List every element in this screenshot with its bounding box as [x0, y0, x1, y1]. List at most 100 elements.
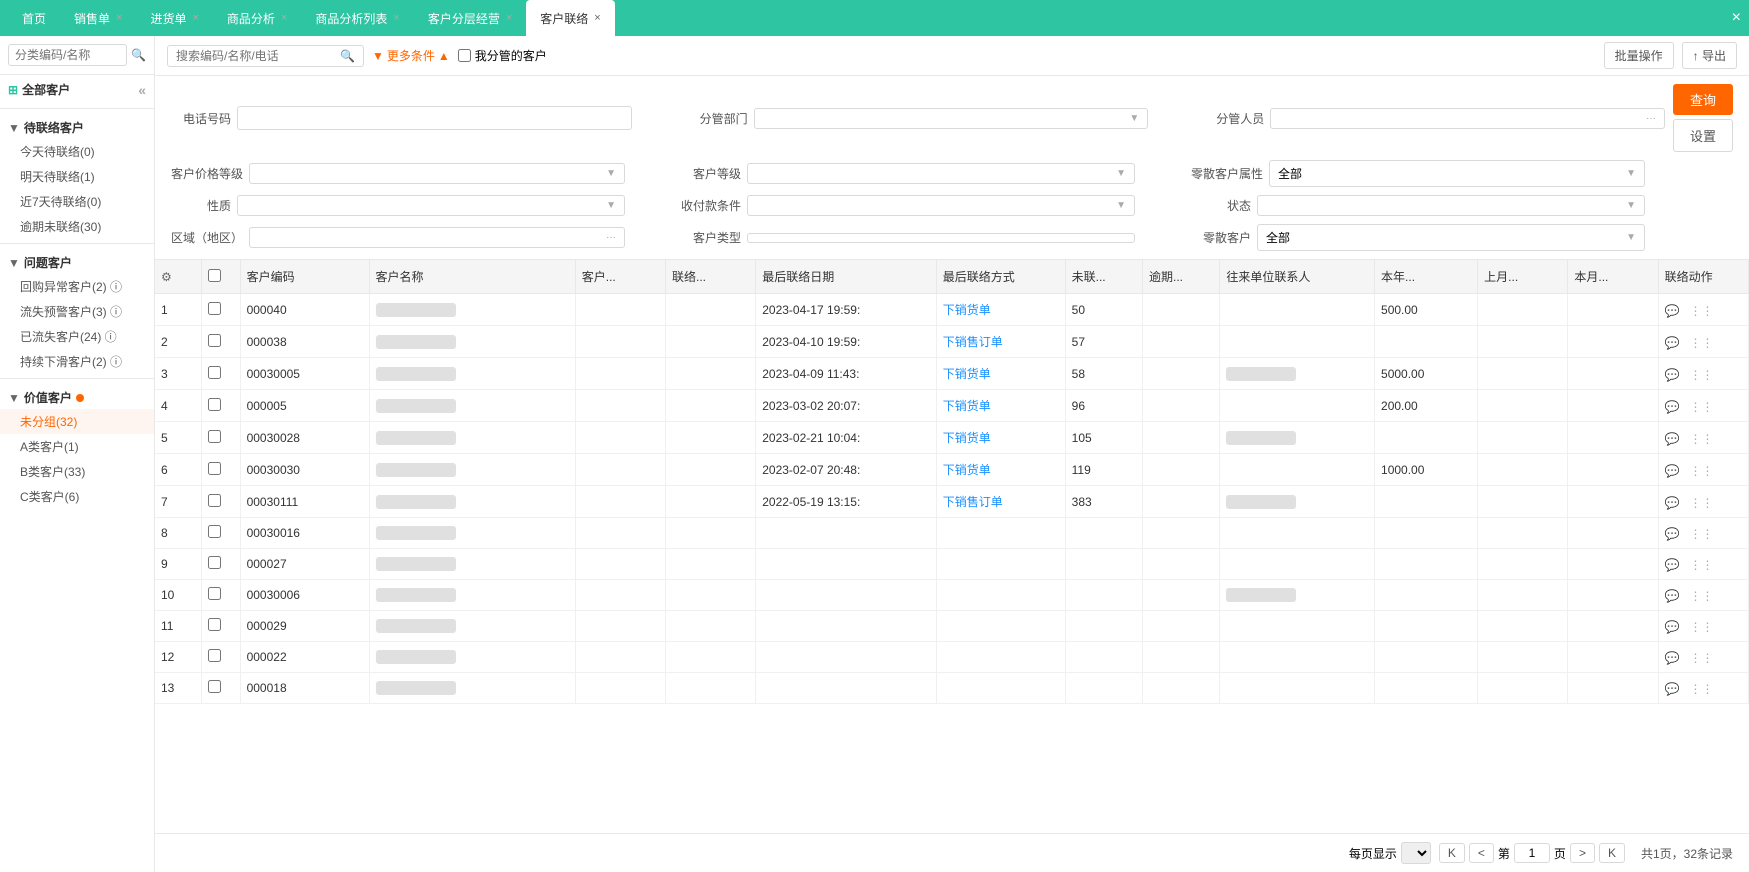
- nav-home[interactable]: 首页: [8, 0, 60, 36]
- sidebar-group-pending[interactable]: ▼ 待联络客户: [0, 113, 154, 139]
- category-search-icon[interactable]: 🔍: [131, 48, 146, 62]
- my-customers-check[interactable]: [458, 49, 471, 62]
- more-action-icon[interactable]: ⋮⋮: [1689, 336, 1713, 350]
- search-icon[interactable]: 🔍: [340, 49, 355, 63]
- sidebar-item-churned[interactable]: 已流失客户(24) ⓘ: [0, 324, 154, 349]
- contact-method-link[interactable]: 下销货单: [943, 367, 991, 381]
- row-select-checkbox[interactable]: [208, 556, 221, 569]
- status-select[interactable]: ▼: [1257, 195, 1645, 216]
- more-conditions-button[interactable]: ▼ 更多条件 ▲: [372, 47, 450, 64]
- row-select-checkbox[interactable]: [208, 680, 221, 693]
- customer-level-select[interactable]: ▼: [747, 163, 1135, 184]
- message-icon[interactable]: 💬: [1665, 400, 1680, 414]
- phone-input[interactable]: [237, 106, 632, 130]
- sidebar-item-churn-warning[interactable]: 流失预警客户(3) ⓘ: [0, 299, 154, 324]
- row-select-checkbox[interactable]: [208, 398, 221, 411]
- nav-tab-product-analysis[interactable]: 商品分析 ×: [213, 0, 301, 36]
- nav-tab-sales[interactable]: 销售单 ×: [60, 0, 136, 36]
- more-action-icon[interactable]: ⋮⋮: [1689, 464, 1713, 478]
- dept-select[interactable]: ▼: [754, 108, 1149, 129]
- staff-select[interactable]: ···: [1270, 108, 1665, 129]
- sidebar-item-unclassified[interactable]: 未分组(32): [0, 409, 154, 434]
- row-select-checkbox[interactable]: [208, 649, 221, 662]
- next-page-button[interactable]: >: [1570, 843, 1595, 863]
- message-icon[interactable]: 💬: [1665, 304, 1680, 318]
- message-icon[interactable]: 💬: [1665, 432, 1680, 446]
- more-action-icon[interactable]: ⋮⋮: [1689, 620, 1713, 634]
- page-size-select[interactable]: 50: [1401, 842, 1431, 864]
- payment-select[interactable]: ▼: [747, 195, 1135, 216]
- contact-method-link[interactable]: 下销售订单: [943, 335, 1003, 349]
- sidebar-group-problem[interactable]: ▼ 问题客户: [0, 248, 154, 274]
- first-page-button[interactable]: K: [1439, 843, 1465, 863]
- row-select-checkbox[interactable]: [208, 366, 221, 379]
- sidebar-group-value[interactable]: ▼ 价值客户: [0, 383, 154, 409]
- retail-attr-select[interactable]: 全部 ▼: [1269, 160, 1645, 187]
- more-action-icon[interactable]: ⋮⋮: [1689, 368, 1713, 382]
- price-level-select[interactable]: ▼: [249, 163, 625, 184]
- settings-icon[interactable]: ⚙: [161, 270, 172, 284]
- contact-method-link[interactable]: 下销货单: [943, 303, 991, 317]
- sidebar-all-customers[interactable]: ⊞ 全部客户 «: [0, 75, 154, 104]
- contact-method-link[interactable]: 下销货单: [943, 399, 991, 413]
- row-select-checkbox[interactable]: [208, 494, 221, 507]
- close-customer-tier-tab[interactable]: ×: [506, 12, 512, 24]
- message-icon[interactable]: 💬: [1665, 682, 1680, 696]
- nav-tab-customer-tier[interactable]: 客户分层经营 ×: [414, 0, 526, 36]
- sidebar-collapse-icon[interactable]: «: [138, 82, 146, 98]
- sidebar-item-class-b[interactable]: B类客户(33): [0, 459, 154, 484]
- more-action-icon[interactable]: ⋮⋮: [1689, 527, 1713, 541]
- more-action-icon[interactable]: ⋮⋮: [1689, 682, 1713, 696]
- nav-tab-product-list[interactable]: 商品分析列表 ×: [301, 0, 413, 36]
- more-action-icon[interactable]: ⋮⋮: [1689, 432, 1713, 446]
- message-icon[interactable]: 💬: [1665, 464, 1680, 478]
- sidebar-item-abnormal[interactable]: 回购异常客户(2) ⓘ: [0, 274, 154, 299]
- contact-method-link[interactable]: 下销货单: [943, 431, 991, 445]
- close-sales-tab[interactable]: ×: [116, 12, 122, 24]
- sidebar-item-today-pending[interactable]: 今天待联络(0): [0, 139, 154, 164]
- sidebar-item-class-a[interactable]: A类客户(1): [0, 434, 154, 459]
- nav-tab-purchase[interactable]: 进货单 ×: [136, 0, 212, 36]
- sidebar-item-declining[interactable]: 持续下滑客户(2) ⓘ: [0, 349, 154, 374]
- nature-select[interactable]: ▼: [237, 195, 625, 216]
- customer-type-select[interactable]: [747, 233, 1135, 243]
- more-action-icon[interactable]: ⋮⋮: [1689, 589, 1713, 603]
- search-input[interactable]: [176, 49, 336, 63]
- category-search-input[interactable]: [8, 44, 127, 66]
- my-customers-checkbox[interactable]: 我分管的客户: [458, 47, 547, 64]
- message-icon[interactable]: 💬: [1665, 558, 1680, 572]
- row-select-checkbox[interactable]: [208, 525, 221, 538]
- message-icon[interactable]: 💬: [1665, 496, 1680, 510]
- row-select-checkbox[interactable]: [208, 462, 221, 475]
- last-page-button[interactable]: K: [1599, 843, 1625, 863]
- nav-tab-customer-contact[interactable]: 客户联络 ×: [526, 0, 614, 36]
- sidebar-item-week-pending[interactable]: 近7天待联络(0): [0, 189, 154, 214]
- row-select-checkbox[interactable]: [208, 334, 221, 347]
- more-action-icon[interactable]: ⋮⋮: [1689, 400, 1713, 414]
- area-select[interactable]: ···: [249, 227, 625, 248]
- message-icon[interactable]: 💬: [1665, 651, 1680, 665]
- retail-customer-select[interactable]: 全部 ▼: [1257, 224, 1645, 251]
- row-select-checkbox[interactable]: [208, 587, 221, 600]
- sidebar-item-class-c[interactable]: C类客户(6): [0, 484, 154, 509]
- more-action-icon[interactable]: ⋮⋮: [1689, 304, 1713, 318]
- close-all-button[interactable]: ×: [1732, 9, 1741, 27]
- row-select-checkbox[interactable]: [208, 302, 221, 315]
- close-product-list-tab[interactable]: ×: [393, 12, 399, 24]
- message-icon[interactable]: 💬: [1665, 589, 1680, 603]
- message-icon[interactable]: 💬: [1665, 527, 1680, 541]
- close-purchase-tab[interactable]: ×: [192, 12, 198, 24]
- more-action-icon[interactable]: ⋮⋮: [1689, 496, 1713, 510]
- sidebar-item-overdue-contact[interactable]: 逾期未联络(30): [0, 214, 154, 239]
- contact-method-link[interactable]: 下销货单: [943, 463, 991, 477]
- contact-method-link[interactable]: 下销售订单: [943, 495, 1003, 509]
- more-action-icon[interactable]: ⋮⋮: [1689, 558, 1713, 572]
- row-select-checkbox[interactable]: [208, 430, 221, 443]
- prev-page-button[interactable]: <: [1469, 843, 1494, 863]
- close-customer-contact-tab[interactable]: ×: [594, 12, 600, 24]
- export-button[interactable]: ↑ 导出: [1682, 42, 1737, 69]
- page-number-input[interactable]: [1514, 843, 1550, 863]
- close-product-analysis-tab[interactable]: ×: [281, 12, 287, 24]
- select-all-checkbox[interactable]: [208, 269, 221, 282]
- row-select-checkbox[interactable]: [208, 618, 221, 631]
